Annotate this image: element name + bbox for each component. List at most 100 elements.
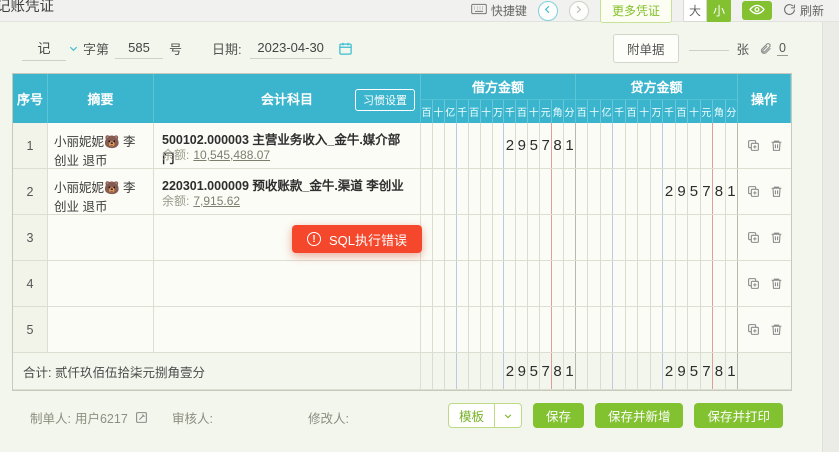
digit-cell (552, 169, 565, 214)
page-title: 记账凭证 (0, 0, 54, 15)
edit-icon[interactable] (135, 411, 148, 424)
digit-cell: 8 (713, 353, 726, 389)
digit-unit-label: 千 (613, 100, 626, 123)
attachment-count-input[interactable] (688, 45, 729, 51)
vertical-scrollbar[interactable] (822, 22, 839, 452)
column-header-debit: 借方金额 百十亿千百十万千百十元角分 (421, 74, 576, 123)
account-cell[interactable]: 500102.000003 主营业务收入_金牛.媒介部门 余额: 10,545,48… (154, 123, 421, 169)
visibility-button[interactable] (741, 1, 772, 20)
habit-settings-button[interactable]: 习惯设置 (355, 89, 415, 111)
voucher-number-input[interactable]: 585 (115, 38, 164, 59)
account-cell[interactable]: 220301.000009 预收账款_金牛.渠道 李创业 余额: 7,915.62 (154, 169, 421, 215)
digit-cell: 7 (701, 353, 714, 389)
font-small-button[interactable]: 小 (706, 0, 731, 22)
debit-amount-cell[interactable] (421, 215, 576, 261)
delete-row-button[interactable] (770, 139, 783, 152)
template-button[interactable]: 模板 (447, 403, 522, 428)
copy-row-button[interactable] (747, 277, 760, 290)
summary-cell[interactable] (48, 261, 154, 307)
font-large-button[interactable]: 大 (682, 0, 707, 22)
forward-button[interactable] (568, 0, 589, 21)
shortcut-keys-label: 快捷键 (490, 4, 527, 18)
credit-amount-cell[interactable] (576, 261, 738, 307)
copy-row-button[interactable] (747, 185, 760, 198)
save-and-print-button[interactable]: 保存并打印 (694, 403, 783, 428)
keyboard-icon (471, 3, 487, 18)
digit-cell (564, 307, 576, 352)
digit-cell (469, 353, 481, 389)
account-cell[interactable] (154, 261, 421, 307)
debit-amount-cell[interactable] (421, 261, 576, 307)
digit-cell (457, 353, 469, 389)
debit-amount-cell[interactable] (421, 169, 576, 215)
balance-link[interactable]: 10,545,488.07 (193, 148, 270, 162)
delete-row-button[interactable] (770, 231, 783, 244)
chevron-down-icon[interactable] (68, 43, 79, 54)
copy-row-button[interactable] (747, 231, 760, 244)
delete-row-button[interactable] (770, 277, 783, 290)
digit-cell (481, 123, 493, 168)
copy-row-button[interactable] (747, 323, 760, 336)
row-actions (738, 353, 791, 390)
digit-cell (457, 169, 469, 214)
summary-cell[interactable]: 小丽妮妮🐻 李创业 退币 (48, 169, 154, 215)
credit-amount-cell[interactable]: 295781 (576, 169, 738, 215)
digit-cell (445, 215, 457, 260)
digit-cell (626, 123, 639, 168)
digit-cell (651, 261, 664, 306)
debit-amount-cell[interactable] (421, 307, 576, 353)
digit-unit-label: 百 (626, 100, 639, 123)
digit-cell (421, 169, 433, 214)
summary-cell[interactable]: 小丽妮妮🐻 李创业 退币 (48, 123, 154, 169)
paperclip-icon[interactable] (759, 42, 772, 55)
calendar-icon[interactable] (338, 41, 353, 56)
chevron-down-icon[interactable] (495, 411, 521, 421)
digit-cell (469, 261, 481, 306)
credit-amount-cell[interactable] (576, 215, 738, 261)
total-credit-cell[interactable]: 295781 (576, 353, 738, 390)
delete-row-button[interactable] (770, 185, 783, 198)
date-input[interactable]: 2023-04-30 (249, 38, 332, 59)
digit-cell (638, 169, 651, 214)
summary-cell[interactable] (48, 215, 154, 261)
balance-link[interactable]: 7,915.62 (193, 194, 240, 208)
more-vouchers-button[interactable]: 更多凭证 (599, 0, 672, 23)
total-debit-cell[interactable]: 295781 (421, 353, 576, 390)
back-button[interactable] (537, 0, 558, 21)
voucher-word-select[interactable]: 记 (22, 36, 66, 61)
digit-cell (701, 307, 714, 352)
digit-cell (613, 215, 626, 260)
delete-row-button[interactable] (770, 323, 783, 336)
attachment-count-link[interactable]: 0 (777, 41, 788, 56)
debit-header-label: 借方金额 (421, 74, 575, 100)
shortcut-keys-button[interactable]: 快捷键 (471, 2, 527, 19)
digit-cell (601, 307, 614, 352)
debit-amount-cell[interactable]: 295781 (421, 123, 576, 169)
save-and-add-button[interactable]: 保存并新增 (594, 403, 684, 428)
refresh-icon (783, 3, 796, 19)
copy-row-button[interactable] (747, 139, 760, 152)
digit-cell (421, 353, 433, 389)
credit-amount-cell[interactable] (576, 307, 738, 353)
digit-cell (701, 123, 714, 168)
number-suffix-label: 号 (169, 41, 183, 57)
digit-cell (588, 123, 601, 168)
digit-cell: 9 (676, 353, 689, 389)
refresh-button[interactable]: 刷新 (783, 2, 824, 19)
summary-cell[interactable] (48, 307, 154, 353)
digit-cell (504, 307, 517, 352)
digit-cell (481, 261, 493, 306)
digit-cell (481, 307, 493, 352)
digit-cell (613, 307, 626, 352)
save-button[interactable]: 保存 (532, 403, 584, 428)
digit-cell (713, 123, 726, 168)
account-cell[interactable] (154, 307, 421, 353)
digit-cell: 5 (688, 169, 701, 214)
row-index: 4 (13, 261, 48, 307)
credit-amount-cell[interactable] (576, 123, 738, 169)
digit-cell (638, 123, 651, 168)
row-index: 5 (13, 307, 48, 353)
digit-cell (552, 215, 565, 260)
digit-cell: 7 (701, 169, 714, 214)
attachment-button[interactable]: 附单据 (613, 33, 679, 63)
